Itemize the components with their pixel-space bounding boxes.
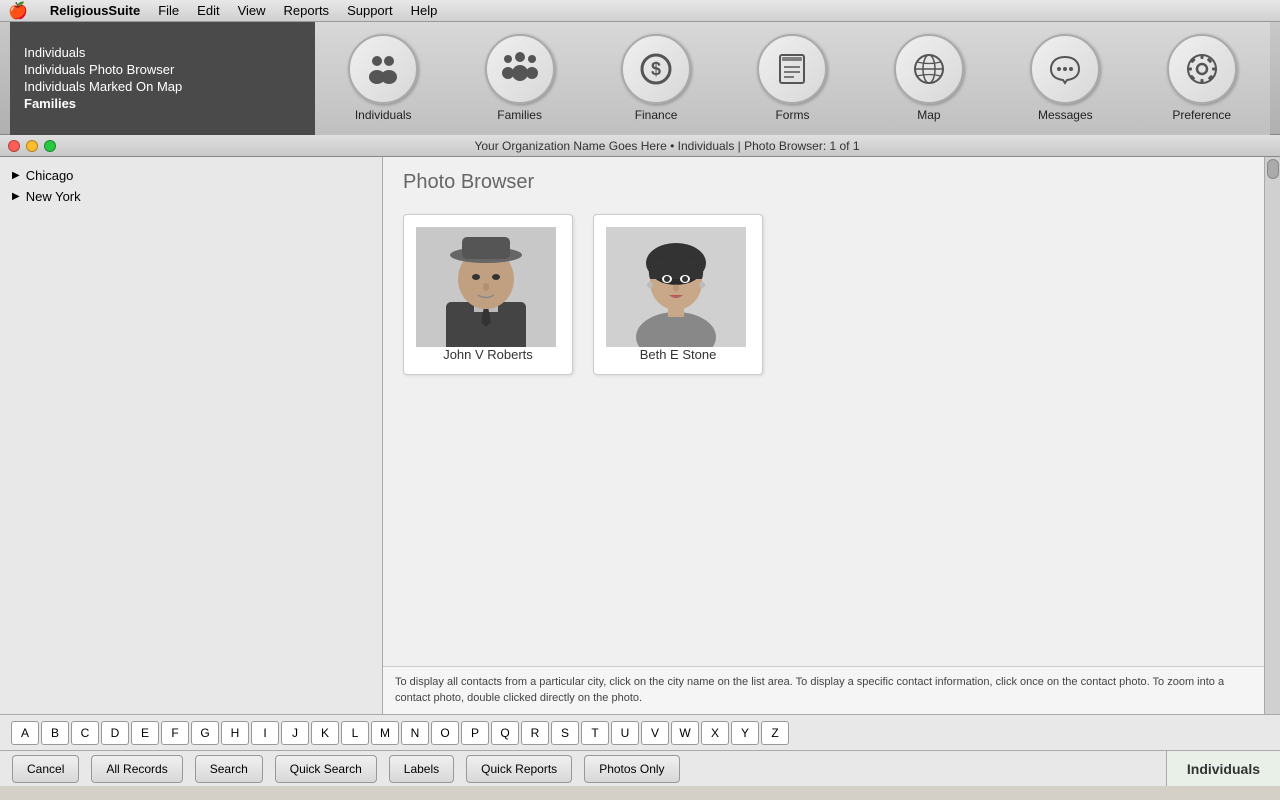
- toolbar-icons: Individuals Families $: [315, 22, 1270, 135]
- alpha-btn-e[interactable]: E: [131, 721, 159, 745]
- toolbar-menu-families[interactable]: Families: [24, 95, 301, 112]
- menu-reports[interactable]: Reports: [284, 3, 330, 18]
- apple-logo: 🍎: [8, 1, 28, 21]
- menu-support[interactable]: Support: [347, 3, 393, 18]
- chicago-arrow-icon: ▶: [12, 170, 20, 181]
- toolbar-icon-finance[interactable]: $ Finance: [606, 34, 706, 122]
- individuals-label: Individuals: [355, 108, 412, 122]
- minimize-button[interactable]: [26, 140, 38, 152]
- families-icon: [485, 34, 555, 104]
- alpha-btn-a[interactable]: A: [11, 721, 39, 745]
- alpha-btn-u[interactable]: U: [611, 721, 639, 745]
- menu-view[interactable]: View: [238, 3, 266, 18]
- bottom-btn-labels[interactable]: Labels: [389, 755, 454, 783]
- sidebar-item-new-york[interactable]: ▶ New York: [0, 186, 382, 207]
- map-icon: [894, 34, 964, 104]
- alpha-btn-s[interactable]: S: [551, 721, 579, 745]
- alpha-btn-i[interactable]: I: [251, 721, 279, 745]
- alpha-btn-w[interactable]: W: [671, 721, 699, 745]
- alpha-btn-d[interactable]: D: [101, 721, 129, 745]
- alpha-btn-y[interactable]: Y: [731, 721, 759, 745]
- alpha-btn-l[interactable]: L: [341, 721, 369, 745]
- alpha-btn-o[interactable]: O: [431, 721, 459, 745]
- new-york-arrow-icon: ▶: [12, 191, 20, 202]
- window-title: Your Organization Name Goes Here • Indiv…: [62, 139, 1272, 153]
- forms-icon: [757, 34, 827, 104]
- scrollbar[interactable]: [1264, 157, 1280, 714]
- svg-text:$: $: [651, 59, 661, 79]
- sidebar-item-chicago[interactable]: ▶ Chicago: [0, 165, 382, 186]
- photo-beth: [606, 227, 746, 347]
- menu-file[interactable]: File: [158, 3, 179, 18]
- close-button[interactable]: [8, 140, 20, 152]
- window-title-bar: Your Organization Name Goes Here • Indiv…: [0, 135, 1280, 157]
- alpha-btn-j[interactable]: J: [281, 721, 309, 745]
- alpha-btn-f[interactable]: F: [161, 721, 189, 745]
- toolbar-left-menu: Individuals Individuals Photo Browser In…: [10, 22, 315, 135]
- toolbar-icon-individuals[interactable]: Individuals: [333, 34, 433, 122]
- alpha-btn-z[interactable]: Z: [761, 721, 789, 745]
- photo-name-beth: Beth E Stone: [606, 347, 750, 362]
- menu-edit[interactable]: Edit: [197, 3, 219, 18]
- alpha-btn-h[interactable]: H: [221, 721, 249, 745]
- sidebar-item-label-chicago: Chicago: [26, 168, 74, 183]
- forms-label: Forms: [775, 108, 809, 122]
- bottom-btn-search[interactable]: Search: [195, 755, 263, 783]
- alpha-btn-m[interactable]: M: [371, 721, 399, 745]
- finance-label: Finance: [635, 108, 678, 122]
- bottom-right-label: Individuals: [1166, 751, 1280, 786]
- bottom-btn-cancel[interactable]: Cancel: [12, 755, 79, 783]
- alpha-btn-g[interactable]: G: [191, 721, 219, 745]
- alpha-bar: ABCDEFGHIJKLMNOPQRSTUVWXYZ: [0, 714, 1280, 750]
- messages-label: Messages: [1038, 108, 1093, 122]
- content-area: Photo Browser: [383, 157, 1280, 714]
- alpha-btn-c[interactable]: C: [71, 721, 99, 745]
- alpha-btn-b[interactable]: B: [41, 721, 69, 745]
- alpha-btn-r[interactable]: R: [521, 721, 549, 745]
- photo-browser-title: Photo Browser: [383, 157, 1280, 204]
- toolbar-icon-families[interactable]: Families: [470, 34, 570, 122]
- bottom-bar: Cancel All Records Search Quick Search Label…: [0, 750, 1280, 786]
- alpha-btn-x[interactable]: X: [701, 721, 729, 745]
- alpha-btn-t[interactable]: T: [581, 721, 609, 745]
- messages-icon: [1030, 34, 1100, 104]
- help-text: To display all contacts from a particula…: [383, 666, 1264, 714]
- alpha-btn-q[interactable]: Q: [491, 721, 519, 745]
- menu-help[interactable]: Help: [411, 3, 438, 18]
- photo-john: [416, 227, 556, 347]
- toolbar-icon-preference[interactable]: Preference: [1152, 34, 1252, 122]
- alpha-btn-v[interactable]: V: [641, 721, 669, 745]
- main-layout: ▶ Chicago ▶ New York Photo Browser: [0, 157, 1280, 714]
- bottom-btn-all-records[interactable]: All Records: [91, 755, 182, 783]
- sidebar: ▶ Chicago ▶ New York: [0, 157, 383, 714]
- finance-icon: $: [621, 34, 691, 104]
- preference-label: Preference: [1172, 108, 1231, 122]
- alpha-btn-n[interactable]: N: [401, 721, 429, 745]
- photo-name-john: John V Roberts: [416, 347, 560, 362]
- app-name[interactable]: ReligiousSuite: [50, 3, 140, 18]
- photo-card-john[interactable]: John V Roberts: [403, 214, 573, 375]
- photo-card-beth[interactable]: Beth E Stone: [593, 214, 763, 375]
- photo-grid: John V Roberts: [383, 204, 1280, 385]
- bottom-btn-photos-only[interactable]: Photos Only: [584, 755, 679, 783]
- toolbar-icon-map[interactable]: Map: [879, 34, 979, 122]
- toolbar-menu-individuals[interactable]: Individuals: [24, 44, 301, 61]
- toolbar-icon-messages[interactable]: Messages: [1015, 34, 1115, 122]
- scrollbar-thumb[interactable]: [1267, 159, 1279, 179]
- map-label: Map: [917, 108, 940, 122]
- preference-icon: [1167, 34, 1237, 104]
- bottom-btn-quick-reports[interactable]: Quick Reports: [466, 755, 572, 783]
- alpha-btn-p[interactable]: P: [461, 721, 489, 745]
- families-label: Families: [497, 108, 542, 122]
- individuals-icon: [348, 34, 418, 104]
- toolbar-menu-photo-browser[interactable]: Individuals Photo Browser: [24, 61, 301, 78]
- toolbar-icon-forms[interactable]: Forms: [742, 34, 842, 122]
- sidebar-item-label-new-york: New York: [26, 189, 81, 204]
- toolbar-menu-marked-on-map[interactable]: Individuals Marked On Map: [24, 78, 301, 95]
- menu-bar: 🍎 ReligiousSuite File Edit View Reports …: [0, 0, 1280, 22]
- toolbar: Individuals Individuals Photo Browser In…: [0, 22, 1280, 135]
- bottom-btn-quick-search[interactable]: Quick Search: [275, 755, 377, 783]
- alpha-btn-k[interactable]: K: [311, 721, 339, 745]
- maximize-button[interactable]: [44, 140, 56, 152]
